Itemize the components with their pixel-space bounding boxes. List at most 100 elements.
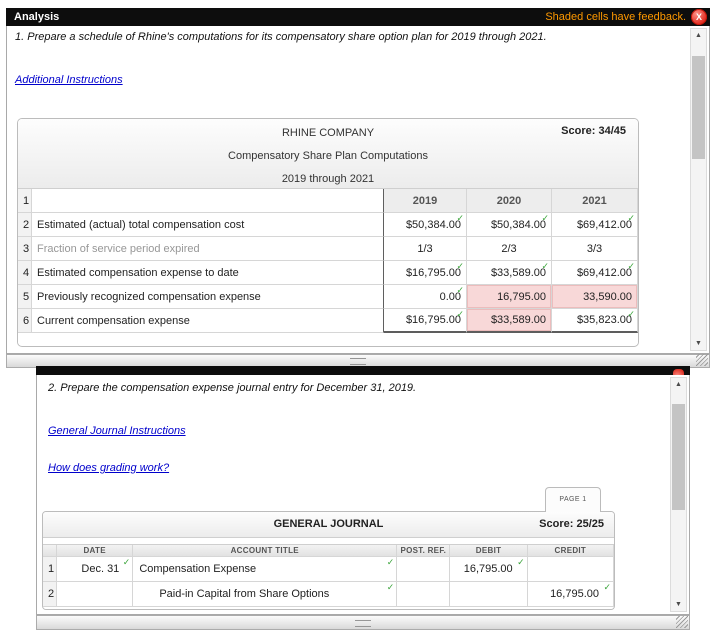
column-header-debit: DEBIT — [450, 545, 528, 557]
column-header-date: DATE — [57, 545, 134, 557]
resize-bar[interactable] — [36, 615, 690, 630]
date-cell[interactable] — [57, 582, 134, 607]
empty-header-cell — [32, 189, 384, 213]
analysis-content: 1. Prepare a schedule of Rhine's computa… — [6, 26, 710, 354]
post-ref-cell[interactable] — [397, 557, 451, 582]
additional-instructions-link[interactable]: Additional Instructions — [15, 74, 123, 86]
analysis-titlebar: Analysis Shaded cells have feedback. X — [6, 8, 710, 26]
answer-cell[interactable]: $33,589.00 ✓ — [467, 261, 552, 285]
journal-table: GENERAL JOURNAL Score: 25/25 DATE ACCOUN… — [42, 511, 615, 610]
page-tab[interactable]: PAGE 1 — [545, 487, 601, 512]
credit-cell[interactable] — [527, 557, 614, 582]
check-icon: ✓ — [627, 309, 635, 319]
answer-cell[interactable]: 0.00 ✓ — [384, 285, 467, 309]
answer-cell[interactable]: $35,823.00 ✓ — [552, 309, 638, 333]
row-number-header — [43, 545, 58, 557]
check-icon: ✓ — [122, 557, 131, 567]
year-header: 2021 — [552, 189, 638, 213]
given-cell: 1/3 — [384, 237, 467, 261]
account-title-cell[interactable]: Paid-in Capital from Share Options ✓ — [133, 582, 398, 607]
table-row: 4 Estimated compensation expense to date… — [18, 261, 638, 285]
given-cell: 2/3 — [467, 237, 552, 261]
row-label: Previously recognized compensation expen… — [32, 285, 384, 309]
credit-cell[interactable]: 16,795.00 ✓ — [527, 582, 614, 607]
scrollbar: ▲ ▼ — [690, 28, 707, 351]
debit-cell[interactable]: 16,795.00 ✓ — [450, 557, 528, 582]
post-ref-cell[interactable] — [397, 582, 451, 607]
resize-grip-icon[interactable] — [355, 619, 371, 627]
debit-cell[interactable] — [450, 582, 528, 607]
answer-cell[interactable]: $16,795.00 ✓ — [384, 261, 467, 285]
answer-cell[interactable]: $16,795.00 ✓ — [384, 309, 467, 333]
row-number: 5 — [18, 285, 32, 309]
resize-grip-icon[interactable] — [350, 358, 366, 365]
year-header: 2020 — [467, 189, 552, 213]
scrollbar-thumb[interactable] — [692, 56, 705, 159]
journal-header-strip — [43, 538, 614, 545]
analysis-table-header: Score: 34/45 RHINE COMPANY Compensatory … — [18, 119, 638, 189]
feedback-shaded-cell[interactable]: 33,590.00 — [552, 285, 638, 309]
row-number: 3 — [18, 237, 32, 261]
answer-cell[interactable]: $69,412.00 ✓ — [552, 213, 638, 237]
row-label: Estimated compensation expense to date — [32, 261, 384, 285]
instruction-text: 1. Prepare a schedule of Rhine's computa… — [15, 31, 547, 43]
window-title: Analysis — [14, 11, 60, 23]
table-subtitle: Compensatory Share Plan Computations — [228, 150, 428, 162]
row-number: 6 — [18, 309, 32, 333]
resize-corner-icon[interactable] — [676, 616, 688, 628]
given-cell: 3/3 — [552, 237, 638, 261]
column-header-postref: POST. REF. — [397, 545, 451, 557]
journal-title: GENERAL JOURNAL — [273, 518, 384, 530]
row-number: 2 — [18, 213, 32, 237]
close-icon[interactable]: X — [691, 9, 707, 25]
scrollbar: ▲ ▼ — [670, 377, 687, 612]
feedback-notice: Shaded cells have feedback. — [545, 11, 686, 23]
table-footer-strip — [18, 333, 638, 345]
date-cell[interactable]: Dec. 31 ✓ — [57, 557, 134, 582]
row-number: 1 — [43, 557, 58, 582]
journal-content: 2. Prepare the compensation expense jour… — [36, 375, 690, 615]
account-title-cell[interactable]: Compensation Expense ✓ — [133, 557, 398, 582]
feedback-shaded-cell[interactable]: $33,589.00 — [467, 309, 552, 333]
scroll-up-icon[interactable]: ▲ — [671, 378, 686, 391]
column-header-account: ACCOUNT TITLE — [133, 545, 398, 557]
check-icon: ✓ — [627, 261, 635, 271]
scroll-down-icon[interactable]: ▼ — [691, 337, 706, 350]
scroll-up-icon[interactable]: ▲ — [691, 29, 706, 42]
answer-cell[interactable]: $50,384.00 ✓ — [467, 213, 552, 237]
scroll-down-icon[interactable]: ▼ — [671, 598, 686, 611]
company-title: RHINE COMPANY — [281, 127, 375, 139]
journal-table-header: GENERAL JOURNAL Score: 25/25 — [43, 512, 614, 538]
check-icon: ✓ — [386, 557, 395, 567]
check-icon: ✓ — [456, 261, 464, 271]
table-row: 5 Previously recognized compensation exp… — [18, 285, 638, 309]
check-icon: ✓ — [627, 213, 635, 223]
answer-cell[interactable]: $50,384.00 ✓ — [384, 213, 467, 237]
check-icon: ✓ — [541, 213, 549, 223]
row-label: Estimated (actual) total compensation co… — [32, 213, 384, 237]
scrollbar-thumb[interactable] — [672, 404, 685, 510]
table-period: 2019 through 2021 — [281, 173, 375, 185]
table-row: 1 2019 2020 2021 — [18, 189, 638, 213]
resize-corner-icon[interactable] — [696, 354, 708, 366]
row-number: 2 — [43, 582, 58, 607]
score-badge: Score: 34/45 — [561, 125, 626, 137]
row-label: Current compensation expense — [32, 309, 384, 333]
check-icon: ✓ — [541, 261, 549, 271]
journal-window: 2. Prepare the compensation expense jour… — [36, 366, 690, 630]
journal-grid: DATE ACCOUNT TITLE POST. REF. DEBIT CRED… — [43, 545, 614, 607]
year-header: 2019 — [384, 189, 467, 213]
check-icon: ✓ — [517, 557, 525, 567]
general-journal-instructions-link[interactable]: General Journal Instructions — [48, 425, 186, 437]
analysis-window: Analysis Shaded cells have feedback. X 1… — [6, 8, 710, 368]
grading-help-link[interactable]: How does grading work? — [48, 462, 169, 474]
check-icon: ✓ — [603, 582, 611, 592]
table-row: 6 Current compensation expense $16,795.0… — [18, 309, 638, 333]
instruction-text: 2. Prepare the compensation expense jour… — [48, 382, 417, 394]
feedback-shaded-cell[interactable]: 16,795.00 — [467, 285, 552, 309]
table-row: 2 Estimated (actual) total compensation … — [18, 213, 638, 237]
row-number: 1 — [18, 189, 32, 213]
journal-footer-strip — [43, 607, 614, 609]
answer-cell[interactable]: $69,412.00 ✓ — [552, 261, 638, 285]
row-number: 4 — [18, 261, 32, 285]
